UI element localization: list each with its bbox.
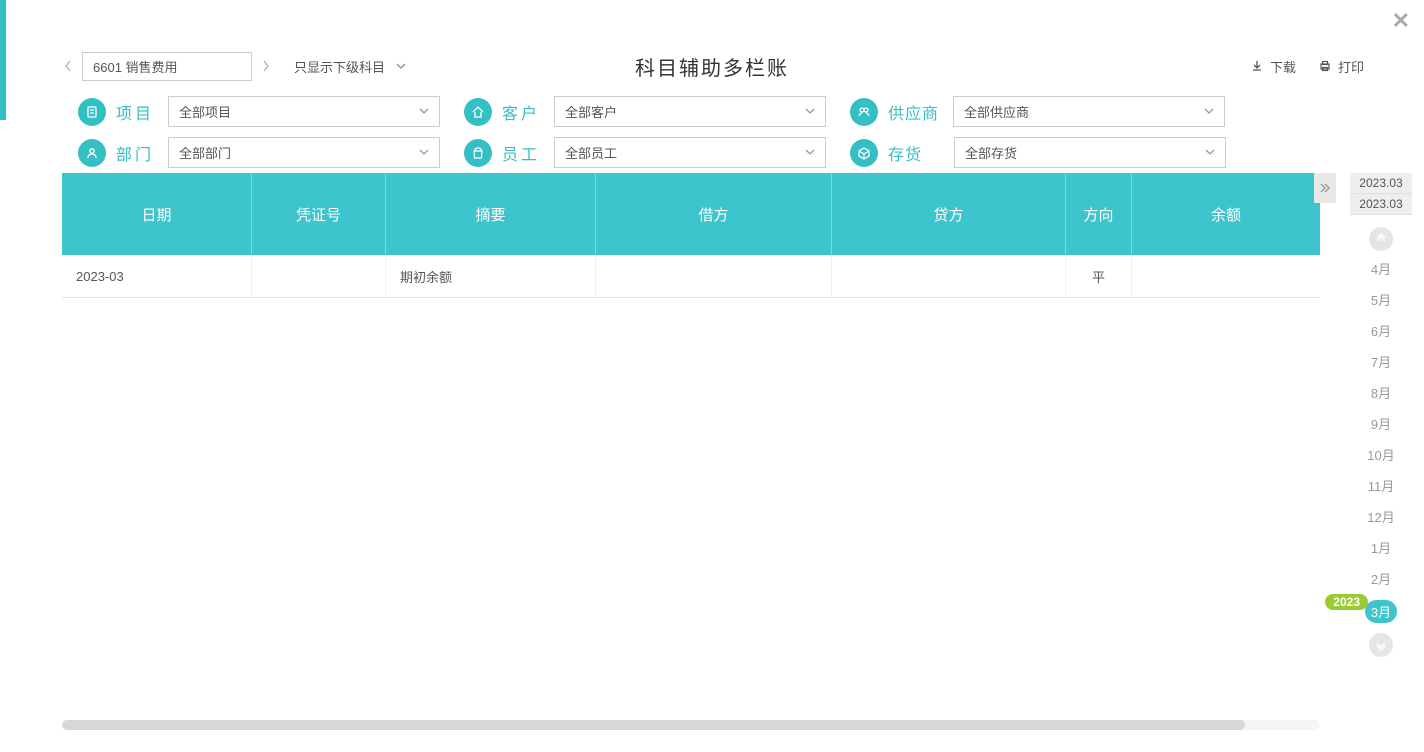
chevron-down-icon: [419, 108, 429, 115]
bag-icon: [464, 139, 492, 167]
chevron-down-icon: [805, 149, 815, 156]
customer-select[interactable]: 全部客户: [554, 96, 826, 127]
chevron-down-icon: [805, 108, 815, 115]
customer-value: 全部客户: [565, 102, 617, 121]
month-8[interactable]: 8月: [1366, 383, 1396, 402]
left-accent-bar: [0, 0, 6, 120]
download-label: 下载: [1270, 57, 1296, 76]
level-filter-label: 只显示下级科目: [294, 57, 385, 76]
table-row[interactable]: 2023-03 期初余额 平: [62, 255, 1320, 297]
person-icon: [78, 139, 106, 167]
period-end[interactable]: 2023.03: [1350, 194, 1412, 215]
month-10[interactable]: 10月: [1363, 445, 1399, 464]
month-12[interactable]: 12月: [1363, 507, 1399, 526]
supplier-value: 全部供应商: [964, 102, 1029, 121]
next-account-icon[interactable]: [258, 58, 274, 74]
cell-balance: [1132, 255, 1320, 297]
month-list: 4月 5月 6月 7月 8月 9月 10月 11月 12月 1月 2月 3月: [1363, 259, 1399, 623]
cell-debit: [596, 255, 832, 297]
th-debit: 借方: [596, 173, 832, 255]
cell-date: 2023-03: [62, 255, 252, 297]
scroll-down-button[interactable]: [1369, 633, 1393, 657]
project-label: 项目: [116, 100, 154, 124]
page-title: 科目辅助多栏账: [635, 52, 789, 81]
cell-credit: [832, 255, 1066, 297]
account-selector[interactable]: 6601 销售费用: [82, 52, 252, 81]
month-2[interactable]: 2月: [1366, 569, 1396, 588]
month-6[interactable]: 6月: [1366, 321, 1396, 340]
month-9[interactable]: 9月: [1366, 414, 1396, 433]
box-icon: [850, 139, 878, 167]
table-header-row: 日期 凭证号 摘要 借方 贷方 方向 余额: [62, 173, 1320, 255]
home-icon: [464, 98, 492, 126]
level-filter-select[interactable]: 只显示下级科目: [294, 57, 407, 76]
th-date: 日期: [62, 173, 252, 255]
month-3-active[interactable]: 3月: [1365, 600, 1397, 623]
users-icon: [850, 98, 878, 126]
horizontal-scrollbar[interactable]: [62, 720, 1320, 730]
project-select[interactable]: 全部项目: [168, 96, 440, 127]
th-credit: 贷方: [832, 173, 1066, 255]
print-button[interactable]: 打印: [1318, 57, 1364, 76]
close-button[interactable]: ✕: [1392, 8, 1410, 34]
th-direction: 方向: [1066, 173, 1132, 255]
month-5[interactable]: 5月: [1366, 290, 1396, 309]
period-start[interactable]: 2023.03: [1350, 173, 1412, 194]
scrollbar-thumb[interactable]: [62, 720, 1245, 730]
supplier-label: 供应商: [888, 100, 939, 124]
cell-summary: 期初余额: [386, 255, 596, 297]
chevron-down-icon: [1204, 108, 1214, 115]
cell-direction: 平: [1066, 255, 1132, 297]
department-value: 全部部门: [179, 143, 231, 162]
cell-voucher: [252, 255, 386, 297]
employee-select[interactable]: 全部员工: [554, 137, 826, 168]
inventory-value: 全部存货: [965, 143, 1017, 162]
th-voucher: 凭证号: [252, 173, 386, 255]
inventory-select[interactable]: 全部存货: [954, 137, 1226, 168]
prev-account-icon[interactable]: [60, 58, 76, 74]
chevron-down-icon: [1205, 149, 1215, 156]
department-label: 部门: [116, 141, 154, 165]
expand-columns-button[interactable]: [1314, 173, 1336, 203]
data-table: 日期 凭证号 摘要 借方 贷方 方向 余额 2023-03 期初余额 平: [62, 173, 1320, 298]
project-value: 全部项目: [179, 102, 231, 121]
th-balance: 余额: [1132, 173, 1320, 255]
employee-label: 员工: [502, 141, 540, 165]
customer-label: 客户: [502, 100, 540, 124]
period-side-panel: 2023.03 2023.03 4月 5月 6月 7月 8月 9月 10月 11…: [1350, 173, 1412, 665]
month-7[interactable]: 7月: [1366, 352, 1396, 371]
filter-panel: 项目 全部项目 客户 全部客户 供应商 全部供应商: [78, 96, 1364, 178]
top-toolbar: 6601 销售费用 只显示下级科目 科目辅助多栏账 下载 打印: [60, 48, 1364, 84]
download-icon: [1250, 59, 1265, 74]
inventory-label: 存货: [888, 141, 940, 165]
download-button[interactable]: 下载: [1250, 57, 1296, 76]
chevron-down-icon: [395, 62, 407, 70]
department-select[interactable]: 全部部门: [168, 137, 440, 168]
print-icon: [1318, 59, 1333, 74]
month-4[interactable]: 4月: [1366, 259, 1396, 278]
chevron-down-icon: [419, 149, 429, 156]
th-summary: 摘要: [386, 173, 596, 255]
supplier-select[interactable]: 全部供应商: [953, 96, 1225, 127]
scroll-up-button[interactable]: [1369, 227, 1393, 251]
month-1[interactable]: 1月: [1366, 538, 1396, 557]
clipboard-icon: [78, 98, 106, 126]
month-11[interactable]: 11月: [1363, 476, 1399, 495]
year-badge[interactable]: 2023: [1325, 594, 1368, 610]
print-label: 打印: [1338, 57, 1364, 76]
employee-value: 全部员工: [565, 143, 617, 162]
